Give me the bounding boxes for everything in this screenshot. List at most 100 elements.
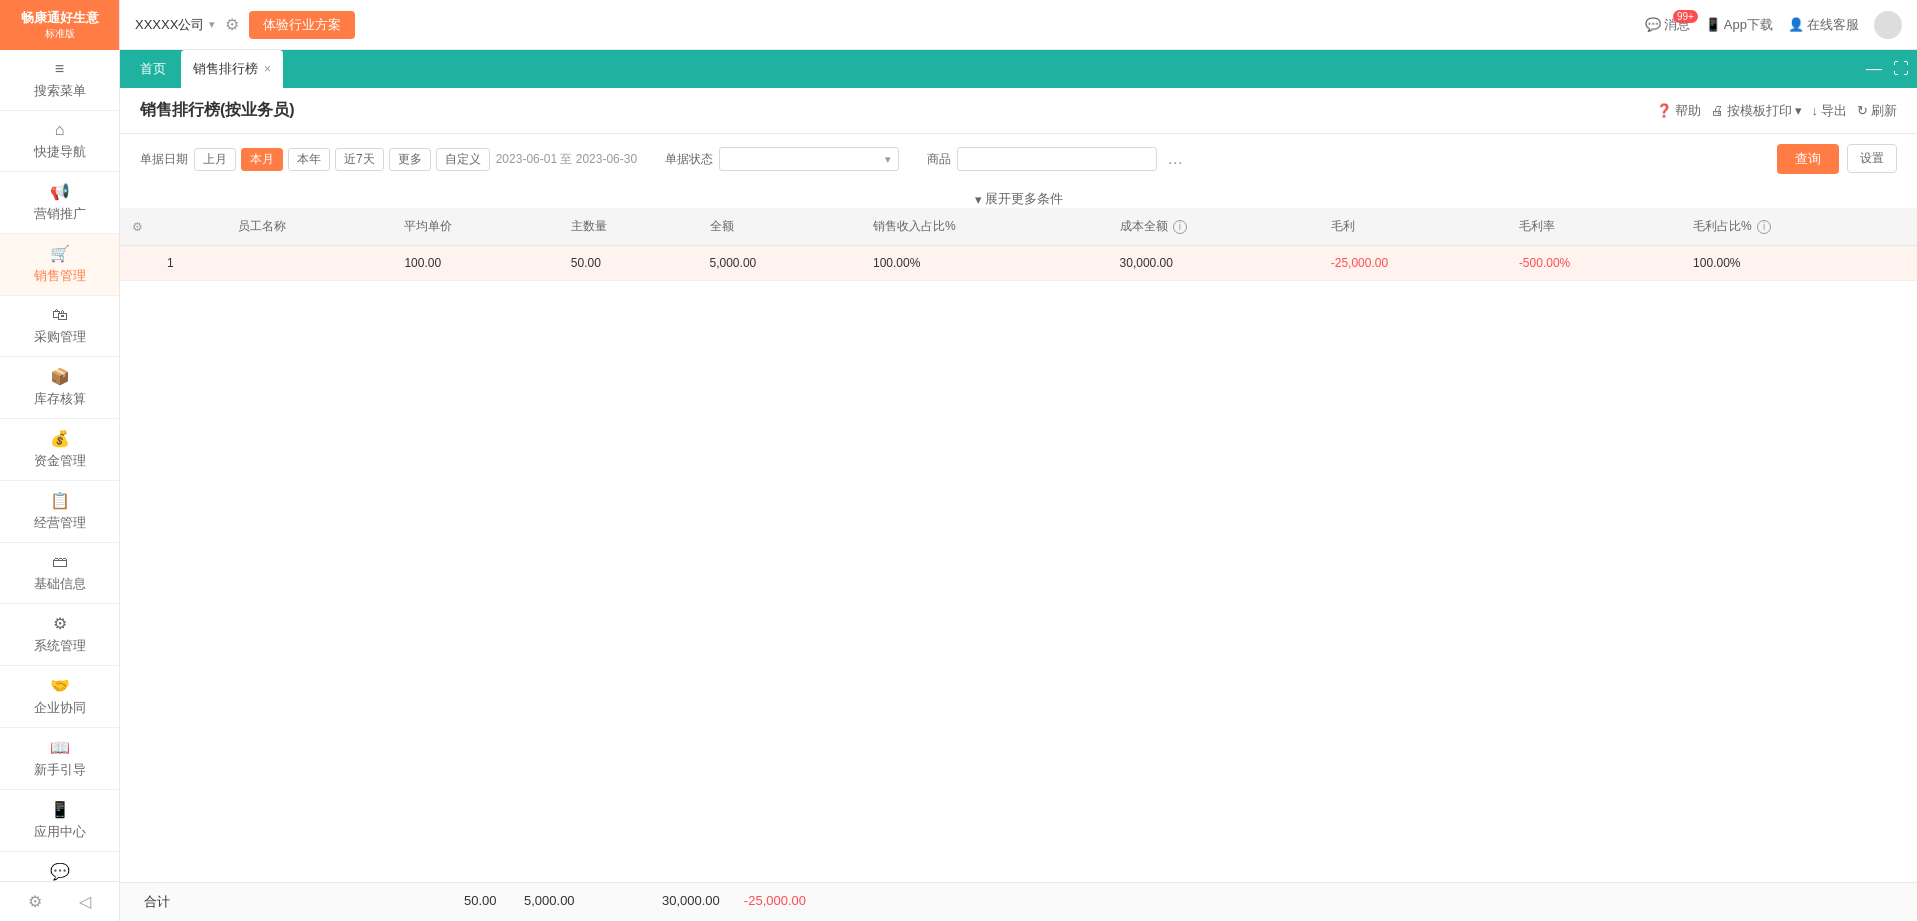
sidebar-collapse-icon[interactable]: ◁ <box>79 892 91 911</box>
sidebar-item-sales[interactable]: 🛒 销售管理 <box>0 234 119 296</box>
data-table: ⚙ 员工名称 平均单价 主数量 全额 销售收入占比% 成本全额 i 毛利 <box>120 208 1917 281</box>
print-icon: 🖨 <box>1711 103 1724 118</box>
sidebar-logo: 畅康通好生意 标准版 <box>0 0 119 50</box>
date-btn-近7天[interactable]: 近7天 <box>335 148 384 171</box>
goods-input[interactable] <box>957 147 1157 171</box>
online-service-button[interactable]: 👤 在线客服 <box>1788 16 1859 34</box>
sidebar-wechat-icon: 💬 <box>50 862 70 881</box>
print-button[interactable]: 🖨 按模板打印 ▾ <box>1711 102 1802 120</box>
export-button[interactable]: ↓ 导出 <box>1812 102 1848 120</box>
help-button[interactable]: ❓ 帮助 <box>1656 102 1701 120</box>
footer-profit: -25,000.00 <box>732 893 818 911</box>
col-cost: 成本全额 i <box>1108 208 1319 246</box>
date-btn-本年[interactable]: 本年 <box>288 148 330 171</box>
status-filter-label: 单据状态 <box>665 151 713 168</box>
message-badge: 99+ <box>1673 10 1698 23</box>
row-profit: -25,000.00 <box>1319 246 1507 281</box>
sidebar-item-search[interactable]: ≡ 搜索菜单 <box>0 50 119 111</box>
date-btn-上月[interactable]: 上月 <box>194 148 236 171</box>
avatar[interactable] <box>1874 11 1902 39</box>
tab-maximize-icon[interactable]: ⛶ <box>1890 57 1912 81</box>
col-settings[interactable]: ⚙ <box>120 208 155 246</box>
export-icon: ↓ <box>1812 103 1819 118</box>
sidebar-collab-icon: 🤝 <box>50 676 70 695</box>
table-row: 1 100.00 50.00 5,000.00 100.00% 30,000.0… <box>120 246 1917 281</box>
refresh-button[interactable]: ↻ 刷新 <box>1857 102 1897 120</box>
tab-minimize-icon[interactable]: — <box>1863 57 1885 81</box>
expand-conditions-button[interactable]: ▾ 展开更多条件 <box>975 190 1063 208</box>
sidebar-item-apps[interactable]: 📱 应用中心 <box>0 790 119 852</box>
status-select[interactable] <box>719 147 899 171</box>
company-selector[interactable]: XXXXX公司 ▾ <box>135 16 215 34</box>
tab-sales-ranking-label: 销售排行榜 <box>193 60 258 78</box>
col-profit-pct: 毛利占比% i <box>1681 208 1917 246</box>
logo-title: 畅康通好生意 <box>21 9 99 27</box>
sidebar-item-system[interactable]: ⚙ 系统管理 <box>0 604 119 666</box>
sidebar-item-collab[interactable]: 🤝 企业协同 <box>0 666 119 728</box>
topbar-right: 💬 消息 99+ 📱 App下载 👤 在线客服 <box>1645 11 1902 39</box>
sidebar-item-operations[interactable]: 📋 经营管理 <box>0 481 119 543</box>
data-table-section: ⚙ 员工名称 平均单价 主数量 全额 销售收入占比% 成本全额 i 毛利 <box>120 208 1917 882</box>
footer-amount: 5,000.00 <box>512 893 592 911</box>
tabbar-controls: — ⛶ <box>1863 57 1912 81</box>
tab-home[interactable]: 首页 <box>125 50 181 88</box>
sidebar-item-guide[interactable]: 📖 新手引导 <box>0 728 119 790</box>
profit-pct-info-icon[interactable]: i <box>1757 220 1771 234</box>
col-rank <box>155 208 226 246</box>
sidebar-settings-icon[interactable]: ⚙ <box>28 892 42 911</box>
tabbar: 首页 销售排行榜 × — ⛶ <box>120 50 1917 88</box>
sidebar-item-marketing[interactable]: 📢 营销推广 <box>0 172 119 234</box>
date-btn-自定义[interactable]: 自定义 <box>436 148 490 171</box>
footer-quantity: 50.00 <box>452 893 512 911</box>
tab-close-icon[interactable]: × <box>264 62 271 76</box>
refresh-icon: ↻ <box>1857 103 1868 118</box>
row-sales-pct: 100.00% <box>861 246 1108 281</box>
date-btn-本月[interactable]: 本月 <box>241 148 283 171</box>
date-range-text: 2023-06-01 至 2023-06-30 <box>496 151 637 168</box>
date-filter-group: 单据日期 上月本月本年近7天更多自定义 2023-06-01 至 2023-06… <box>140 148 637 171</box>
sidebar-search-icon: ≡ <box>55 60 64 78</box>
filter-settings-button[interactable]: 设置 <box>1847 144 1897 173</box>
row-avg-price: 100.00 <box>392 246 558 281</box>
sidebar-apps-icon: 📱 <box>50 800 70 819</box>
sidebar-apps-label: 应用中心 <box>34 823 86 841</box>
row-amount: 5,000.00 <box>698 246 861 281</box>
sidebar-item-inventory[interactable]: 📦 库存核算 <box>0 357 119 419</box>
sidebar-guide-label: 新手引导 <box>34 761 86 779</box>
col-quantity: 主数量 <box>559 208 698 246</box>
print-label: 按模板打印 <box>1727 102 1792 120</box>
sidebar-item-purchase[interactable]: 🛍 采购管理 <box>0 296 119 357</box>
footer-cost: 30,000.00 <box>592 893 732 911</box>
sidebar-shortcut-label: 快捷导航 <box>34 143 86 161</box>
row-quantity: 50.00 <box>559 246 698 281</box>
sidebar-item-wechat[interactable]: 💬 企业微信 <box>0 852 119 881</box>
trial-button[interactable]: 体验行业方案 <box>249 11 355 39</box>
table-footer: 合计 50.00 5,000.00 30,000.00 -25,000.00 <box>120 882 1917 921</box>
expand-conditions-row: ▾ 展开更多条件 <box>140 190 1897 208</box>
cost-info-icon[interactable]: i <box>1173 220 1187 234</box>
message-button[interactable]: 💬 消息 99+ <box>1645 16 1690 34</box>
query-button[interactable]: 查询 <box>1777 144 1839 174</box>
table-body: 1 100.00 50.00 5,000.00 100.00% 30,000.0… <box>120 246 1917 281</box>
filter-area: 单据日期 上月本月本年近7天更多自定义 2023-06-01 至 2023-06… <box>120 134 1917 208</box>
tab-sales-ranking[interactable]: 销售排行榜 × <box>181 50 283 88</box>
app-download-button[interactable]: 📱 App下载 <box>1705 16 1773 34</box>
col-profit-rate: 毛利率 <box>1507 208 1681 246</box>
logo-subtitle: 标准版 <box>45 27 75 41</box>
sidebar: 畅康通好生意 标准版 ≡ 搜索菜单 ⌂ 快捷导航 📢 营销推广 🛒 销售管理 🛍… <box>0 0 120 921</box>
service-icon: 👤 <box>1788 17 1804 32</box>
sidebar-inventory-icon: 📦 <box>50 367 70 386</box>
sidebar-shortcut-icon: ⌂ <box>55 121 65 139</box>
more-options-icon[interactable]: … <box>1163 150 1187 168</box>
row-name <box>226 246 392 281</box>
sidebar-item-basicinfo[interactable]: 🗃 基础信息 <box>0 543 119 604</box>
sidebar-finance-icon: 💰 <box>50 429 70 448</box>
sidebar-basicinfo-icon: 🗃 <box>52 553 68 571</box>
sidebar-item-shortcut[interactable]: ⌂ 快捷导航 <box>0 111 119 172</box>
status-select-wrapper <box>719 147 899 171</box>
topbar-gear-icon[interactable]: ⚙ <box>225 15 239 34</box>
sidebar-nav: ≡ 搜索菜单 ⌂ 快捷导航 📢 营销推广 🛒 销售管理 🛍 采购管理 📦 库存核… <box>0 50 119 881</box>
sidebar-item-finance[interactable]: 💰 资金管理 <box>0 419 119 481</box>
tab-home-label: 首页 <box>140 60 166 78</box>
date-btn-更多[interactable]: 更多 <box>389 148 431 171</box>
